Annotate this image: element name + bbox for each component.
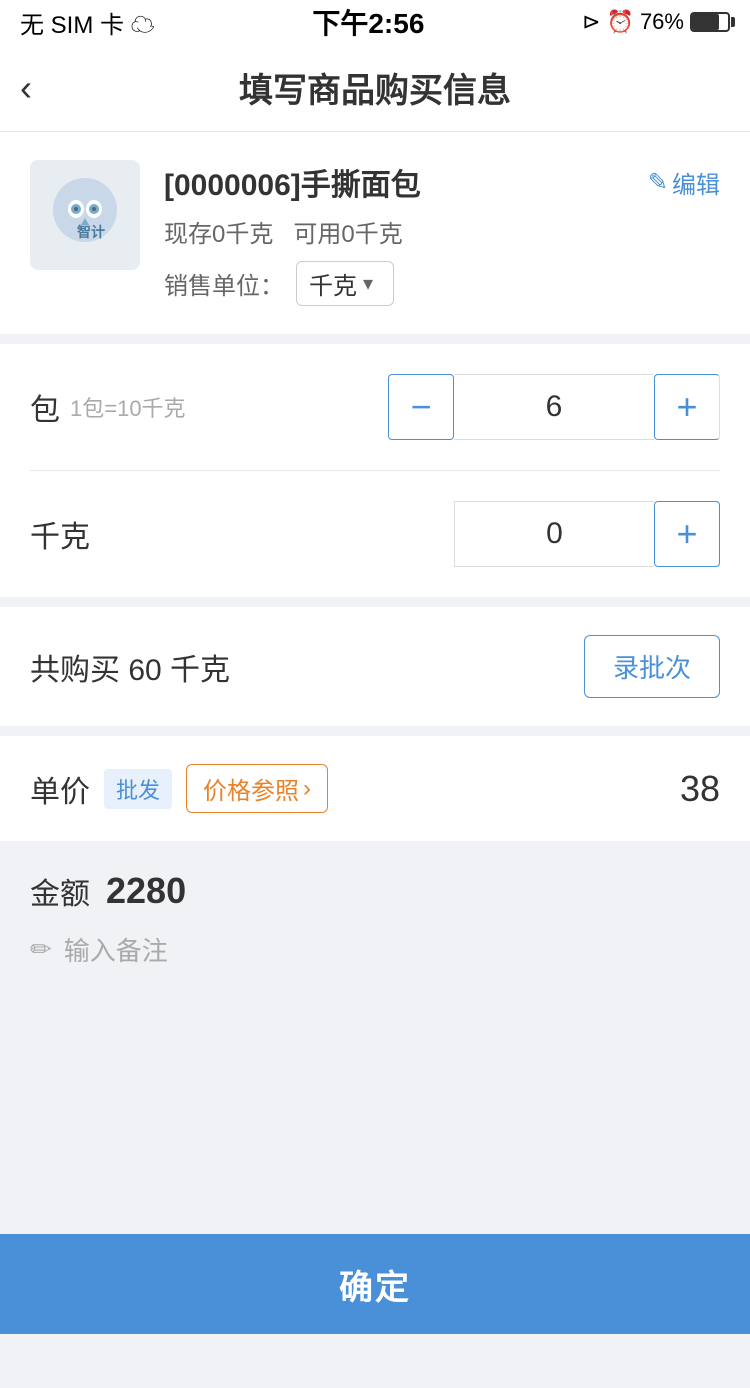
sim-label: 无 SIM 卡 ☁: [20, 5, 155, 40]
input-section: 包 1包=10千克 − + 千克 +: [0, 344, 750, 597]
svg-text:智计: 智计: [76, 224, 105, 240]
kg-quantity-input[interactable]: [454, 501, 654, 567]
back-button[interactable]: ‹: [20, 67, 32, 109]
confirm-bar[interactable]: 确定: [0, 1234, 750, 1334]
price-label: 单价: [30, 767, 90, 811]
kg-qty-control: +: [454, 501, 720, 567]
bag-quantity-input[interactable]: [454, 374, 654, 440]
location-icon: ⊳: [582, 9, 600, 35]
product-name: [0000006]手撕面包: [164, 160, 421, 204]
product-unit-row: 销售单位： 千克 ▾: [164, 261, 720, 306]
kg-increase-button[interactable]: +: [654, 501, 720, 567]
kg-input-row: 千克 +: [30, 471, 720, 597]
bag-input-row: 包 1包=10千克 − +: [30, 344, 720, 471]
bag-sublabel: 1包=10千克: [70, 391, 186, 423]
pencil-icon: ✏: [30, 934, 52, 965]
product-info: [0000006]手撕面包 ✎ 编辑 现存0千克 可用0千克 销售单位： 千克 …: [164, 160, 720, 306]
status-right: ⊳ ⏰ 76%: [582, 9, 730, 35]
product-image: 智计: [30, 160, 140, 270]
bag-decrease-button[interactable]: −: [388, 374, 454, 440]
battery-icon: [690, 12, 730, 32]
unit-label: 销售单位：: [164, 266, 284, 301]
confirm-button-label: 确定: [339, 1260, 411, 1309]
unit-select[interactable]: 千克 ▾: [296, 261, 394, 306]
nav-bar: ‹ 填写商品购买信息: [0, 44, 750, 132]
remark-text: 输入备注: [64, 931, 168, 968]
batch-button[interactable]: 录批次: [584, 635, 720, 698]
product-logo-icon: 智计: [50, 175, 120, 245]
edit-button[interactable]: ✎ 编辑: [648, 165, 720, 200]
product-stock: 现存0千克 可用0千克: [164, 214, 720, 249]
price-section: 单价 批发 价格参照 › 38: [0, 736, 750, 841]
alarm-icon: ⏰: [607, 9, 634, 35]
remark-row[interactable]: ✏ 输入备注: [30, 931, 720, 968]
bag-increase-button[interactable]: +: [654, 374, 720, 440]
chevron-right-icon: ›: [303, 775, 311, 803]
price-row: 单价 批发 价格参照 › 38: [30, 764, 720, 813]
amount-label: 金额: [30, 869, 90, 913]
chevron-down-icon: ▾: [363, 271, 373, 296]
amount-section: 金额 2280 ✏ 输入备注: [0, 841, 750, 988]
page-title: 填写商品购买信息: [239, 63, 511, 112]
bag-qty-control: − +: [388, 374, 720, 440]
product-name-row: [0000006]手撕面包 ✎ 编辑: [164, 160, 720, 204]
status-bar: 无 SIM 卡 ☁ 下午2:56 ⊳ ⏰ 76%: [0, 0, 750, 44]
status-time: 下午2:56: [312, 2, 424, 42]
amount-row: 金额 2280: [30, 869, 720, 913]
summary-text: 共购买 60 千克: [30, 645, 230, 689]
batch-tag: 批发: [104, 769, 172, 809]
amount-value: 2280: [106, 870, 186, 912]
price-reference-button[interactable]: 价格参照 ›: [186, 764, 328, 813]
product-card: 智计 [0000006]手撕面包 ✎ 编辑 现存0千克 可用0千克 销售单位： …: [0, 132, 750, 344]
battery-percent: 76%: [640, 9, 684, 35]
price-value: 38: [680, 768, 720, 810]
kg-label: 千克: [30, 512, 90, 556]
status-left: 无 SIM 卡 ☁: [20, 5, 155, 40]
summary-row: 共购买 60 千克 录批次: [0, 597, 750, 736]
price-left: 单价 批发 价格参照 ›: [30, 764, 328, 813]
bag-label: 包 1包=10千克: [30, 385, 186, 429]
